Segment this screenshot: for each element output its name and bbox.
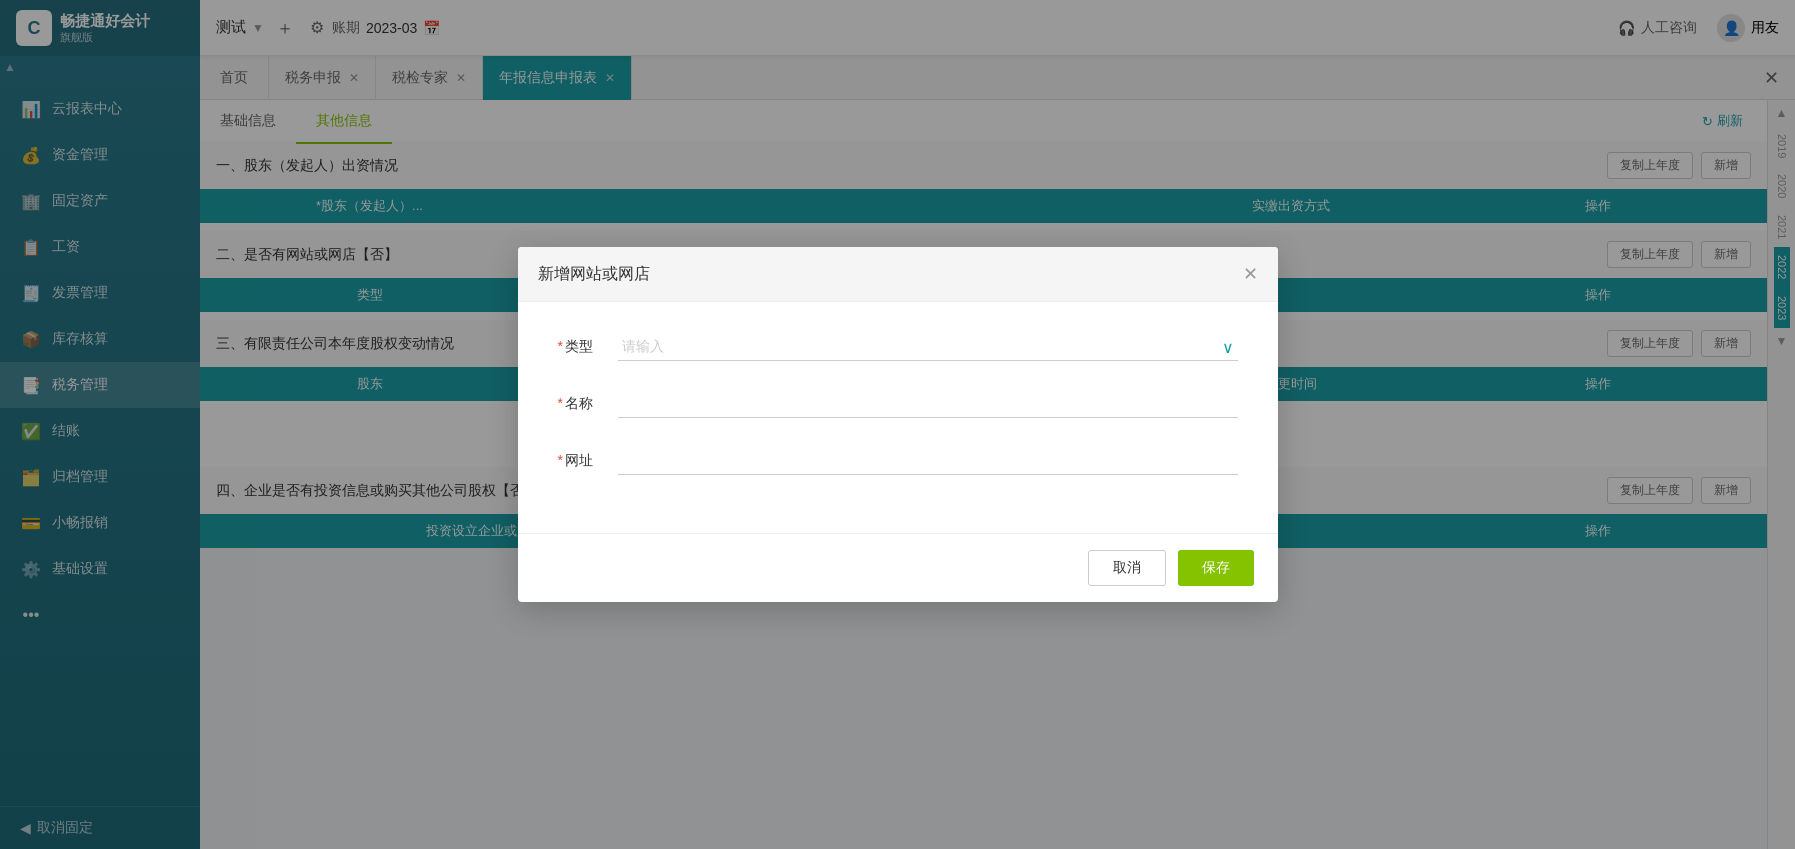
url-field <box>618 446 1238 475</box>
name-input[interactable] <box>618 389 1238 418</box>
cancel-button[interactable]: 取消 <box>1088 550 1166 586</box>
url-input[interactable] <box>618 446 1238 475</box>
dialog-overlay: 新增网站或网店 ✕ *类型 ∨ *名称 <box>0 0 1795 849</box>
name-label: *名称 <box>558 395 618 413</box>
form-row-name: *名称 <box>558 389 1238 418</box>
dialog-footer: 取消 保存 <box>518 533 1278 602</box>
type-input[interactable] <box>618 332 1238 361</box>
form-row-type: *类型 ∨ <box>558 332 1238 361</box>
dialog-body: *类型 ∨ *名称 *网址 <box>518 302 1278 533</box>
form-row-url: *网址 <box>558 446 1238 475</box>
add-website-dialog: 新增网站或网店 ✕ *类型 ∨ *名称 <box>518 247 1278 602</box>
dialog-header: 新增网站或网店 ✕ <box>518 247 1278 302</box>
url-label: *网址 <box>558 452 618 470</box>
type-field: ∨ <box>618 332 1238 361</box>
type-label: *类型 <box>558 338 618 356</box>
save-button[interactable]: 保存 <box>1178 550 1254 586</box>
dialog-title: 新增网站或网店 <box>538 264 650 285</box>
name-field <box>618 389 1238 418</box>
dialog-close-button[interactable]: ✕ <box>1243 263 1258 285</box>
